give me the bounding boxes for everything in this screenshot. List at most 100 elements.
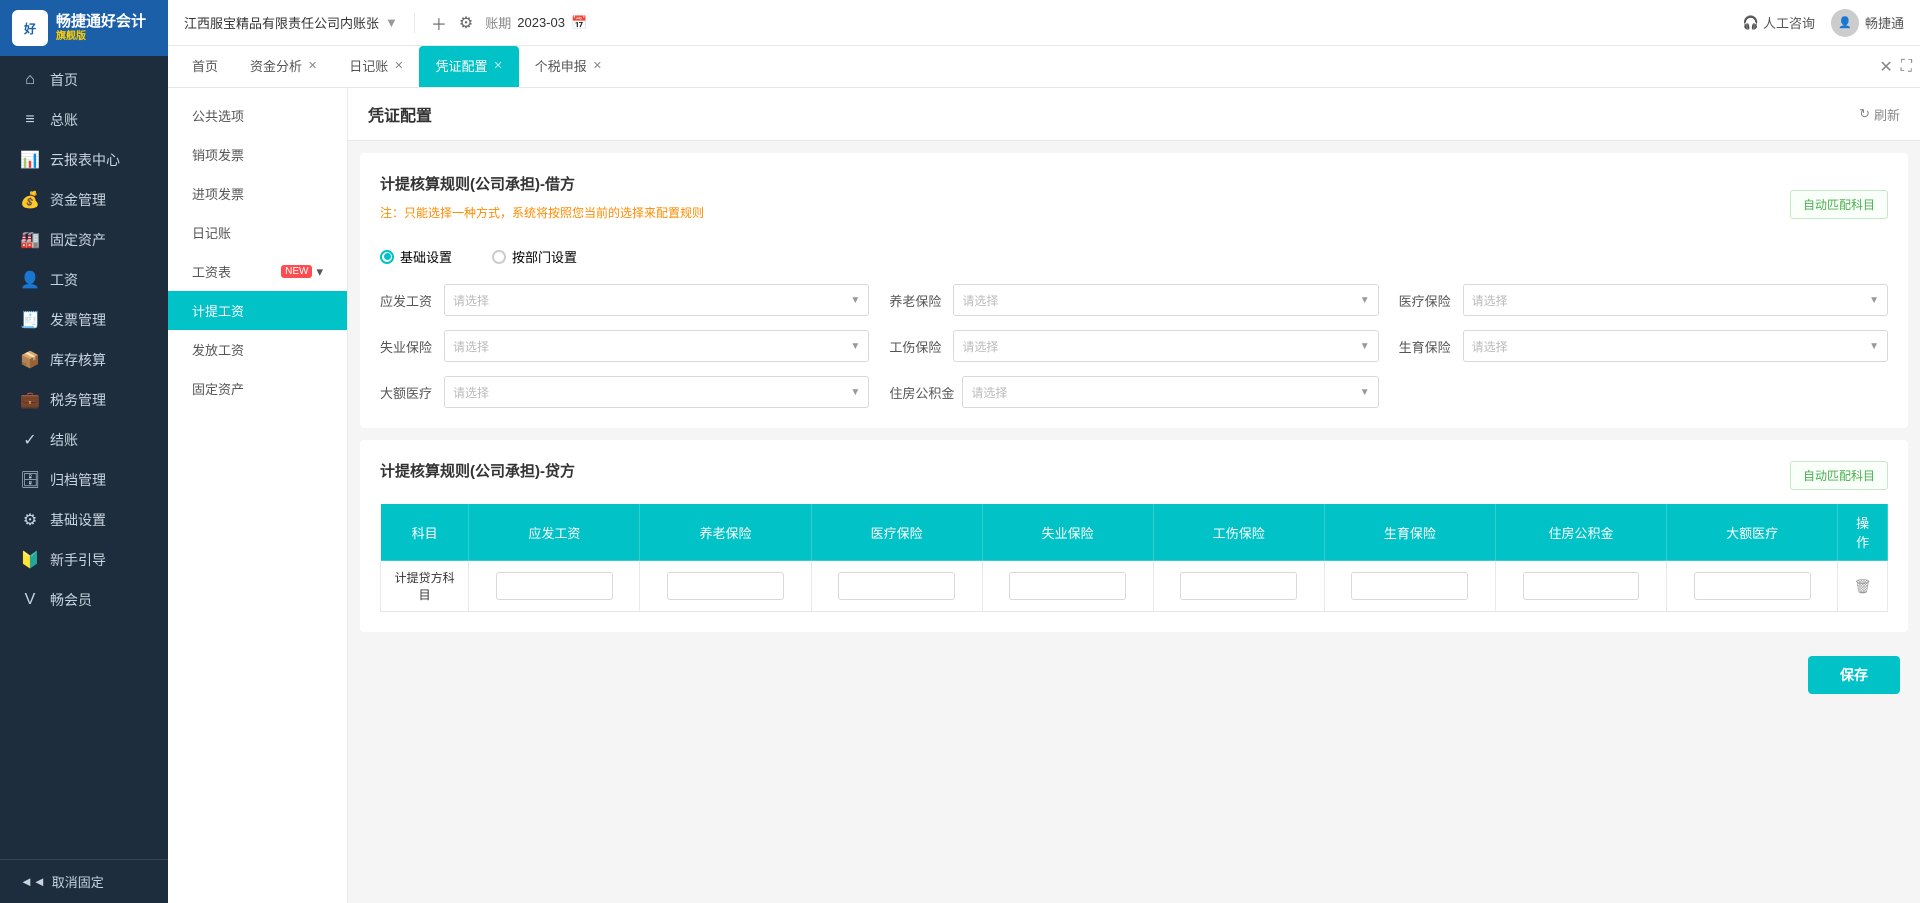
input-housing-fund[interactable] xyxy=(1523,572,1640,600)
sidebar-item-reports[interactable]: 📊 云报表中心 xyxy=(0,140,168,180)
sidebar-item-guide[interactable]: 🔰 新手引导 xyxy=(0,540,168,580)
tab-journal-close[interactable]: ✕ xyxy=(394,59,403,72)
medical-select[interactable]: 请选择 ▼ xyxy=(1463,284,1888,316)
unpin-icon: ◄◄ xyxy=(20,874,46,889)
close-tab-icon[interactable]: ✕ xyxy=(1879,57,1892,77)
pension-select[interactable]: 请选择 ▼ xyxy=(953,284,1378,316)
input-salary[interactable] xyxy=(496,572,613,600)
tab-tax[interactable]: 个税申报 ✕ xyxy=(519,46,618,87)
left-menu-item-salary-table[interactable]: 工资表 NEW ▾ xyxy=(168,252,347,291)
input-unemployment[interactable] xyxy=(1009,572,1126,600)
tab-capital-label: 资金分析 xyxy=(250,56,302,75)
th-salary: 应发工资 xyxy=(469,504,640,561)
period-value[interactable]: 2023-03 xyxy=(517,15,565,30)
sidebar-item-capital[interactable]: 💰 资金管理 xyxy=(0,180,168,220)
salary-select[interactable]: 请选择 ▼ xyxy=(444,284,869,316)
field-work-injury: 工伤保险 请选择 ▼ xyxy=(889,330,1378,362)
td-work-injury xyxy=(1153,561,1324,612)
left-menu-item-fixed-assets[interactable]: 固定资产 xyxy=(168,369,347,408)
field-medical: 医疗保险 请选择 ▼ xyxy=(1399,284,1888,316)
sidebar-item-vip[interactable]: V 畅会员 xyxy=(0,580,168,620)
save-bar: 保存 xyxy=(348,644,1920,706)
pension-arrow-icon: ▼ xyxy=(1360,295,1370,306)
tab-capital-close[interactable]: ✕ xyxy=(308,59,317,72)
unemployment-select[interactable]: 请选择 ▼ xyxy=(444,330,869,362)
left-menu-item-public[interactable]: 公共选项 xyxy=(168,96,347,135)
calendar-icon[interactable]: 📅 xyxy=(571,15,587,31)
add-company-button[interactable]: ＋ xyxy=(431,11,447,35)
sidebar-item-label: 库存核算 xyxy=(50,350,106,370)
consult-button[interactable]: 🎧 人工咨询 xyxy=(1743,13,1815,32)
section2-header: 计提核算规则(公司承担)-贷方 自动匹配科目 xyxy=(380,460,1888,491)
field-housing-fund: 住房公积金 请选择 ▼ xyxy=(889,376,1378,408)
invoice-icon: 🧾 xyxy=(20,310,40,330)
company-settings-button[interactable]: ⚙ xyxy=(459,13,473,33)
left-menu-item-salary-pay[interactable]: 发放工资 xyxy=(168,330,347,369)
period-selector: 账期 2023-03 📅 xyxy=(485,13,587,32)
archive-icon: 🗄 xyxy=(20,470,40,490)
consult-label: 人工咨询 xyxy=(1763,13,1815,32)
medical-placeholder: 请选择 xyxy=(1472,292,1508,309)
section-credit: 计提核算规则(公司承担)-贷方 自动匹配科目 科目 应发工资 养老保险 医疗保险… xyxy=(360,440,1908,632)
user-menu[interactable]: 👤 畅捷通 xyxy=(1831,9,1904,37)
tab-tax-close[interactable]: ✕ xyxy=(593,59,602,72)
headset-icon: 🎧 xyxy=(1743,15,1759,31)
section1-note: 注：只能选择一种方式，系统将按照您当前的选择来配置规则 xyxy=(380,204,704,221)
work-injury-select[interactable]: 请选择 ▼ xyxy=(953,330,1378,362)
sidebar-item-fixed[interactable]: 🏭 固定资产 xyxy=(0,220,168,260)
tab-voucher-close[interactable]: ✕ xyxy=(494,59,503,72)
sidebar-item-label: 发票管理 xyxy=(50,310,106,330)
auto-match-credit-button[interactable]: 自动匹配科目 xyxy=(1790,461,1888,490)
delete-row-button[interactable]: 🗑 xyxy=(1854,578,1872,594)
maternity-arrow-icon: ▼ xyxy=(1869,341,1879,352)
tabbar-actions: ✕ ⛶ xyxy=(1879,46,1912,87)
sidebar-item-close[interactable]: ✓ 结账 xyxy=(0,420,168,460)
fixed-icon: 🏭 xyxy=(20,230,40,250)
radio-dept[interactable]: 按部门设置 xyxy=(492,247,577,266)
refresh-button[interactable]: ↻ 刷新 xyxy=(1859,105,1900,124)
sidebar-item-home[interactable]: ⌂ 首页 xyxy=(0,60,168,100)
refresh-icon: ↻ xyxy=(1859,106,1870,122)
tab-capital[interactable]: 资金分析 ✕ xyxy=(234,46,333,87)
section2-title: 计提核算规则(公司承担)-贷方 xyxy=(380,460,575,481)
left-menu-item-journal[interactable]: 日记账 xyxy=(168,213,347,252)
sidebar-item-archive[interactable]: 🗄 归档管理 xyxy=(0,460,168,500)
housing-fund-select[interactable]: 请选择 ▼ xyxy=(962,376,1378,408)
sidebar-item-inventory[interactable]: 📦 库存核算 xyxy=(0,340,168,380)
sidebar-item-invoice[interactable]: 🧾 发票管理 xyxy=(0,300,168,340)
unpin-sidebar[interactable]: ◄◄ 取消固定 xyxy=(0,859,168,903)
left-menu-item-purchase[interactable]: 进项发票 xyxy=(168,174,347,213)
page-header: 凭证配置 ↻ 刷新 xyxy=(348,88,1920,141)
major-medical-select[interactable]: 请选择 ▼ xyxy=(444,376,869,408)
left-menu-item-sales[interactable]: 销项发票 xyxy=(168,135,347,174)
sidebar-item-ledger[interactable]: ≡ 总账 xyxy=(0,100,168,140)
sidebar-item-label: 新手引导 xyxy=(50,550,106,570)
radio-group: 基础设置 按部门设置 xyxy=(380,247,1888,266)
company-selector[interactable]: 江西服宝精品有限责任公司内账张 ▼ xyxy=(184,13,398,32)
input-work-injury[interactable] xyxy=(1180,572,1297,600)
input-maternity[interactable] xyxy=(1351,572,1468,600)
maternity-label: 生育保险 xyxy=(1399,337,1455,356)
sidebar-item-tax[interactable]: 💼 税务管理 xyxy=(0,380,168,420)
tab-journal[interactable]: 日记账 ✕ xyxy=(333,46,419,87)
auto-match-debit-button[interactable]: 自动匹配科目 xyxy=(1790,190,1888,219)
sidebar-item-settings[interactable]: ⚙ 基础设置 xyxy=(0,500,168,540)
radio-basic[interactable]: 基础设置 xyxy=(380,247,452,266)
input-medical[interactable] xyxy=(838,572,955,600)
expand-icon[interactable]: ⛶ xyxy=(1901,58,1912,76)
field-unemployment: 失业保险 请选择 ▼ xyxy=(380,330,869,362)
td-unemployment xyxy=(982,561,1153,612)
work-injury-placeholder: 请选择 xyxy=(962,338,998,355)
tab-home[interactable]: 首页 xyxy=(176,46,234,87)
maternity-select[interactable]: 请选择 ▼ xyxy=(1463,330,1888,362)
left-menu-item-salary-calc[interactable]: 计提工资 xyxy=(168,291,347,330)
input-pension[interactable] xyxy=(667,572,784,600)
housing-fund-label: 住房公积金 xyxy=(889,383,954,402)
unemployment-placeholder: 请选择 xyxy=(453,338,489,355)
input-major-medical[interactable] xyxy=(1694,572,1811,600)
radio-basic-circle xyxy=(380,250,394,264)
tab-voucher[interactable]: 凭证配置 ✕ xyxy=(419,46,518,87)
sidebar-item-salary[interactable]: 👤 工资 xyxy=(0,260,168,300)
save-button[interactable]: 保存 xyxy=(1808,656,1900,694)
section1-left: 计提核算规则(公司承担)-借方 注：只能选择一种方式，系统将按照您当前的选择来配… xyxy=(380,173,704,235)
